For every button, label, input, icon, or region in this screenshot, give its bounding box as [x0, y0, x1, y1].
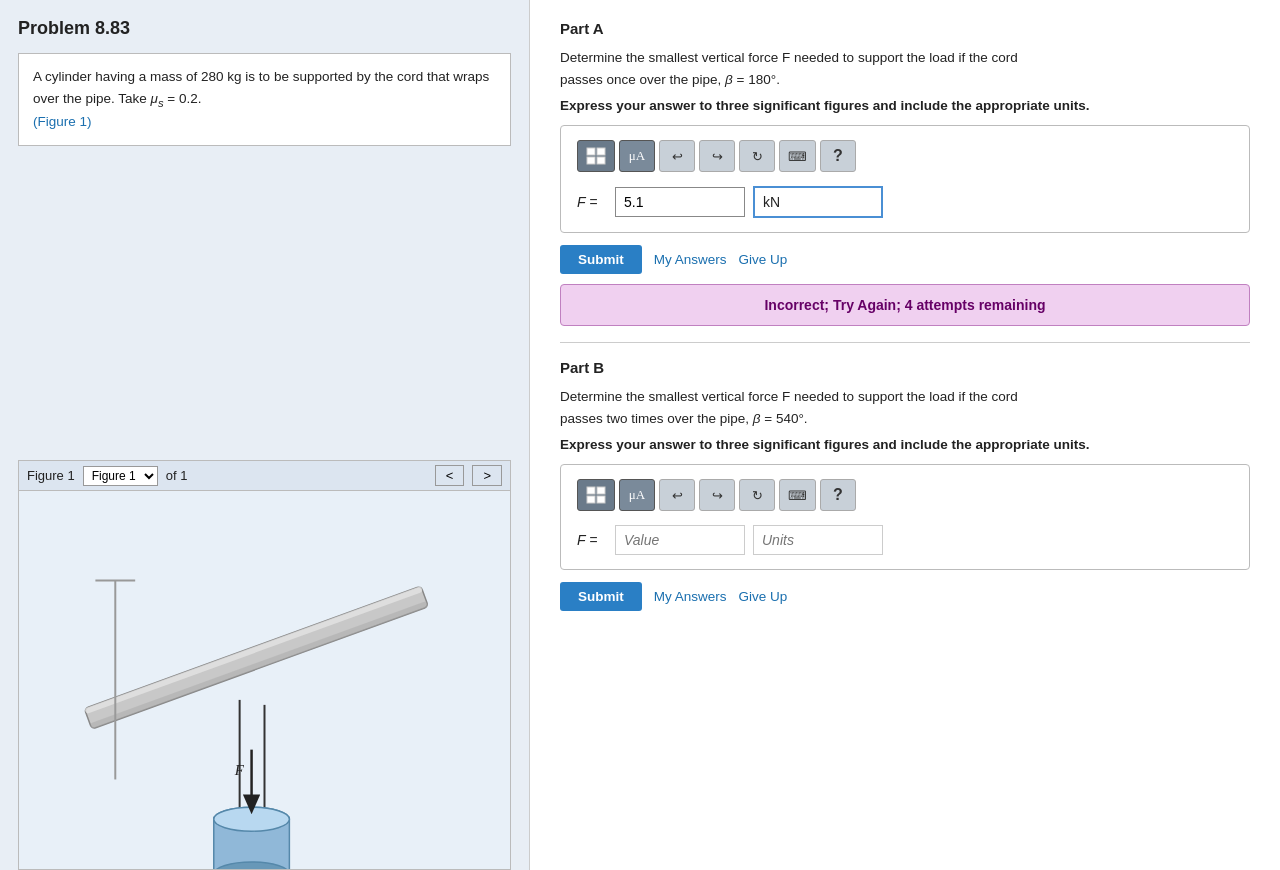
problem-title: Problem 8.83: [18, 18, 511, 39]
help-button-a[interactable]: ?: [820, 140, 856, 172]
help-button-b[interactable]: ?: [820, 479, 856, 511]
part-a-submit-button[interactable]: Submit: [560, 245, 642, 274]
refresh-button-a[interactable]: ↻: [739, 140, 775, 172]
part-a-my-answers-link[interactable]: My Answers: [654, 252, 727, 267]
part-b-title: Part B: [560, 359, 1250, 376]
svg-rect-19: [597, 487, 605, 494]
part-a-units-input[interactable]: [753, 186, 883, 218]
part-b-input-row: F =: [577, 525, 1233, 555]
svg-rect-17: [597, 157, 605, 164]
svg-text:F: F: [234, 762, 245, 778]
figure-of: of 1: [166, 468, 188, 483]
matrix-button-b[interactable]: [577, 479, 615, 511]
incorrect-banner: Incorrect; Try Again; 4 attempts remaini…: [560, 284, 1250, 326]
mu-button-a[interactable]: μA: [619, 140, 655, 172]
svg-rect-2: [90, 601, 429, 729]
part-a-description: Determine the smallest vertical force F …: [560, 47, 1250, 90]
part-a-input-row: F =: [577, 186, 1233, 218]
part-b-description: Determine the smallest vertical force F …: [560, 386, 1250, 429]
figure-prev-button[interactable]: <: [435, 465, 465, 486]
svg-rect-1: [84, 586, 423, 714]
svg-point-10: [214, 807, 290, 831]
undo-button-b[interactable]: ↩: [659, 479, 695, 511]
part-a-label: F =: [577, 194, 607, 210]
part-a-instruction: Express your answer to three significant…: [560, 98, 1250, 113]
figure-link[interactable]: (Figure 1): [33, 114, 92, 129]
problem-description: A cylinder having a mass of 280 kg is to…: [18, 53, 511, 146]
part-b-submit-button[interactable]: Submit: [560, 582, 642, 611]
keyboard-button-a[interactable]: ⌨: [779, 140, 816, 172]
part-a-answer-box: μA ↩ ↪ ↻ ⌨ ? F =: [560, 125, 1250, 233]
desc-text-1: A cylinder having a mass of 280 kg is to…: [33, 69, 489, 106]
redo-button-a[interactable]: ↪: [699, 140, 735, 172]
figure-label: Figure 1: [27, 468, 75, 483]
part-a-toolbar: μA ↩ ↪ ↻ ⌨ ?: [577, 140, 1233, 172]
divider: [560, 342, 1250, 343]
matrix-icon: [586, 147, 606, 165]
part-a-title: Part A: [560, 20, 1250, 37]
svg-rect-14: [587, 148, 595, 155]
part-b-instruction: Express your answer to three significant…: [560, 437, 1250, 452]
figure-controls: Figure 1 Figure 1 of 1 < >: [18, 460, 511, 490]
undo-button-a[interactable]: ↩: [659, 140, 695, 172]
right-panel: Part A Determine the smallest vertical f…: [530, 0, 1280, 870]
part-b-my-answers-link[interactable]: My Answers: [654, 589, 727, 604]
matrix-icon-b: [586, 486, 606, 504]
part-b-action-row: Submit My Answers Give Up: [560, 582, 1250, 611]
figure-illustration: F: [19, 491, 510, 869]
figure-select[interactable]: Figure 1: [83, 466, 158, 486]
part-a-give-up-link[interactable]: Give Up: [739, 252, 788, 267]
part-b-answer-box: μA ↩ ↪ ↻ ⌨ ? F =: [560, 464, 1250, 570]
svg-rect-15: [597, 148, 605, 155]
mu-button-b[interactable]: μA: [619, 479, 655, 511]
part-b-label: F =: [577, 532, 607, 548]
figure-next-button[interactable]: >: [472, 465, 502, 486]
left-panel: Problem 8.83 A cylinder having a mass of…: [0, 0, 530, 870]
part-b-value-input[interactable]: [615, 525, 745, 555]
svg-rect-21: [597, 496, 605, 503]
part-a-action-row: Submit My Answers Give Up: [560, 245, 1250, 274]
svg-rect-16: [587, 157, 595, 164]
redo-button-b[interactable]: ↪: [699, 479, 735, 511]
matrix-button-a[interactable]: [577, 140, 615, 172]
svg-rect-20: [587, 496, 595, 503]
part-b-give-up-link[interactable]: Give Up: [739, 589, 788, 604]
figure-box: F: [18, 490, 511, 870]
part-b-toolbar: μA ↩ ↪ ↻ ⌨ ?: [577, 479, 1233, 511]
part-b-units-input[interactable]: [753, 525, 883, 555]
svg-rect-18: [587, 487, 595, 494]
refresh-button-b[interactable]: ↻: [739, 479, 775, 511]
part-a-value-input[interactable]: [615, 187, 745, 217]
keyboard-button-b[interactable]: ⌨: [779, 479, 816, 511]
